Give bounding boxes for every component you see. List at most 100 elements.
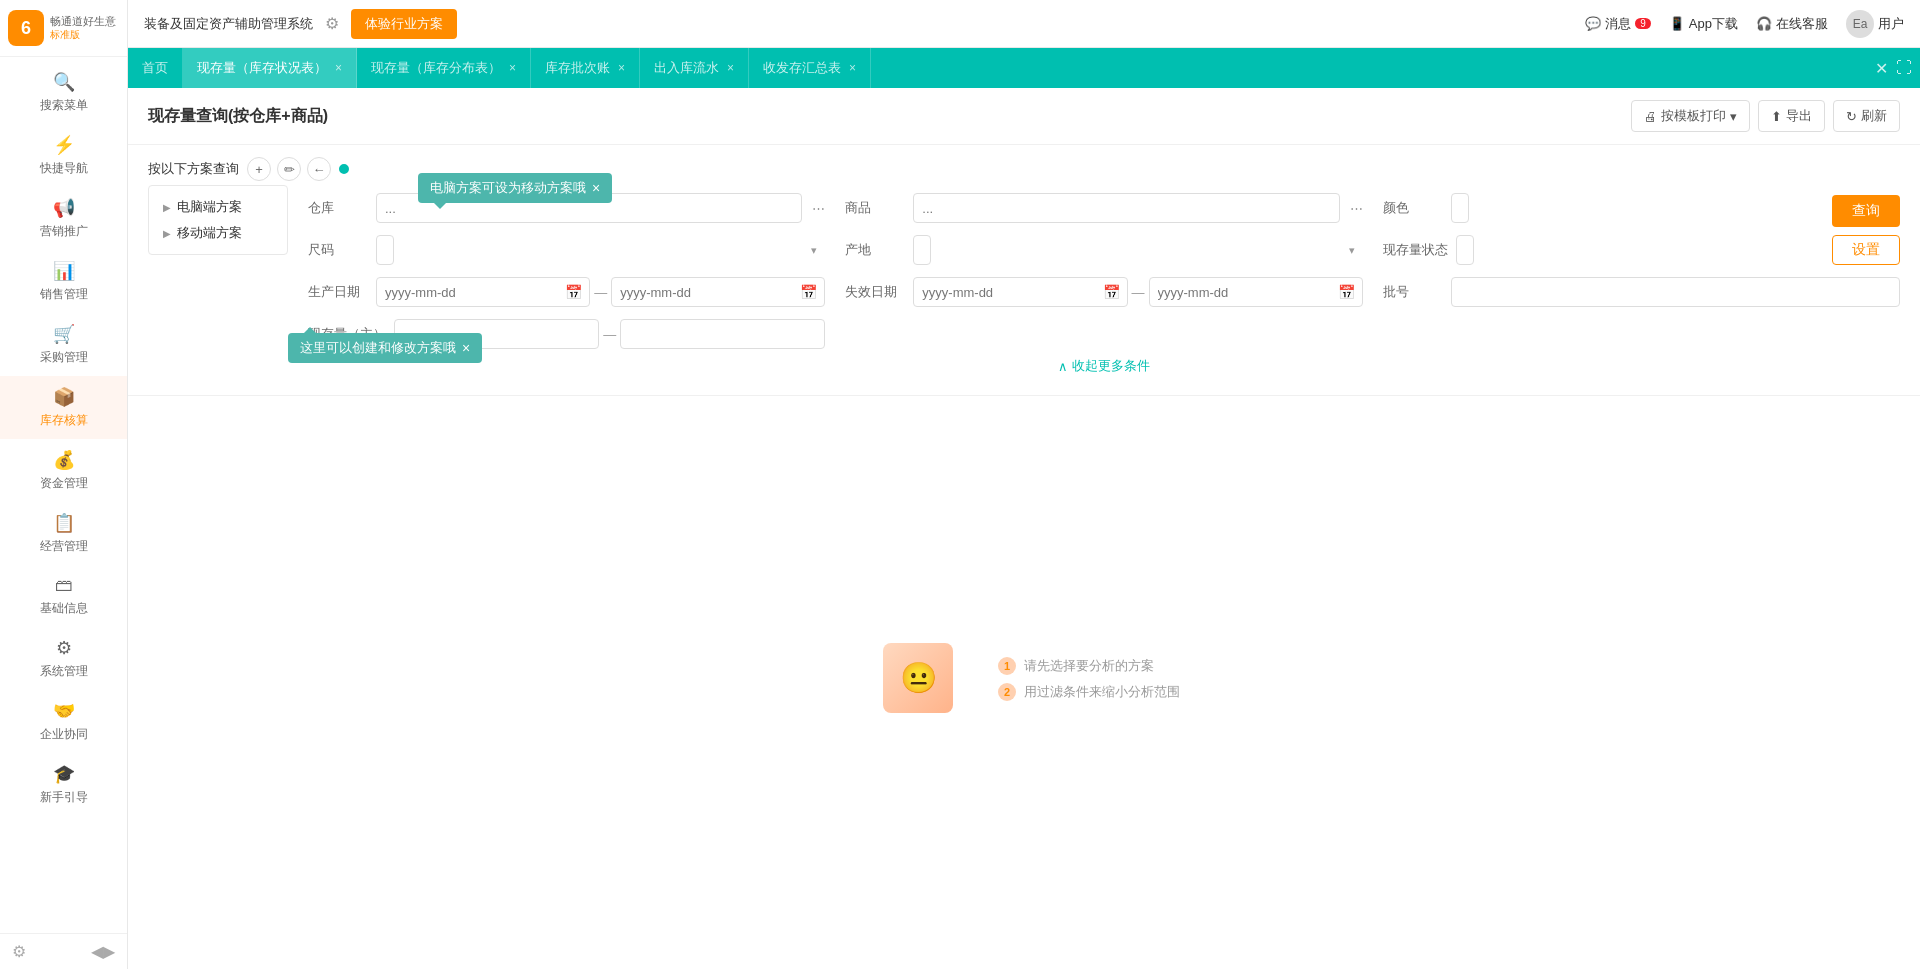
avatar: Ea: [1846, 10, 1874, 38]
edit-scheme-btn[interactable]: ✏: [277, 157, 301, 181]
stock-status-select[interactable]: [1456, 235, 1474, 265]
origin-select[interactable]: [913, 235, 931, 265]
sidebar-item-label: 企业协同: [40, 726, 88, 743]
add-scheme-btn[interactable]: +: [247, 157, 271, 181]
page-title: 现存量查询(按仓库+商品): [148, 106, 328, 127]
batch-label: 批号: [1383, 283, 1443, 301]
empty-face-icon: 😐: [900, 660, 937, 695]
template-print-btn[interactable]: 🖨 按模板打印 ▾: [1631, 100, 1750, 132]
export-btn[interactable]: ⬆ 导出: [1758, 100, 1825, 132]
produce-date-start-cal-icon[interactable]: 📅: [565, 284, 582, 300]
sidebar-item-newbie[interactable]: 🎓 新手引导: [0, 753, 127, 816]
expire-date-range: 📅 — 📅: [913, 277, 1362, 307]
user-item[interactable]: Ea 用户: [1846, 10, 1904, 38]
filter-label: 按以下方案查询: [148, 160, 239, 178]
hint1-num: 1: [998, 657, 1016, 675]
sidebar-item-label: 新手引导: [40, 789, 88, 806]
produce-date-start[interactable]: [376, 277, 590, 307]
chevron-up-icon: ∧: [1058, 359, 1068, 374]
sidebar-bottom: ⚙ ◀▶: [0, 933, 127, 969]
scheme-desktop[interactable]: ▶ 电脑端方案: [157, 194, 279, 220]
tab-close-all-icon[interactable]: ✕: [1875, 59, 1888, 78]
operations-icon: 📋: [53, 512, 75, 534]
tab-collect-summary[interactable]: 收发存汇总表 ×: [749, 48, 871, 88]
tab-expand-icon[interactable]: ⛶: [1896, 59, 1912, 77]
tab-batch-account[interactable]: 库存批次账 ×: [531, 48, 640, 88]
sidebar-item-base-info[interactable]: 🗃 基础信息: [0, 565, 127, 627]
sidebar-item-sales[interactable]: 📊 销售管理: [0, 250, 127, 313]
tab-inventory-dist[interactable]: 现存量（库存分布表） ×: [357, 48, 531, 88]
tab-inventory-status-close[interactable]: ×: [335, 61, 342, 75]
expire-date-end[interactable]: [1149, 277, 1363, 307]
produce-date-range: 📅 — 📅: [376, 277, 825, 307]
filter-row-batch: 批号: [1383, 277, 1900, 307]
support-icon: 🎧: [1756, 16, 1772, 31]
filter-actions: + ✏ ←: [247, 157, 331, 181]
color-label: 颜色: [1383, 199, 1443, 217]
tab-collect-summary-label: 收发存汇总表: [763, 59, 841, 77]
expire-date-start[interactable]: [913, 277, 1127, 307]
tab-inventory-status[interactable]: 现存量（库存状况表） ×: [183, 48, 357, 88]
arrow-left-btn[interactable]: ←: [307, 157, 331, 181]
tab-inventory-dist-close[interactable]: ×: [509, 61, 516, 75]
produce-date-end[interactable]: [611, 277, 825, 307]
system-title: 装备及固定资产辅助管理系统: [144, 15, 313, 33]
tab-home[interactable]: 首页: [128, 48, 183, 88]
date-range-sep: —: [594, 285, 607, 300]
color-select[interactable]: [1451, 193, 1469, 223]
stock-main-sep: —: [603, 327, 616, 342]
filter-grid: 仓库 ⋯ 商品 ⋯ 颜色: [308, 193, 1900, 349]
gear-icon[interactable]: ⚙: [325, 14, 339, 33]
produce-date-end-cal-icon[interactable]: 📅: [800, 284, 817, 300]
search-menu-icon: 🔍: [53, 71, 75, 93]
empty-text-area: 1 请先选择要分析的方案 2 用过滤条件来缩小分析范围: [998, 657, 1180, 709]
trial-button[interactable]: 体验行业方案: [351, 9, 457, 39]
size-select[interactable]: [376, 235, 394, 265]
sidebar-item-enterprise[interactable]: 🤝 企业协同: [0, 690, 127, 753]
message-item[interactable]: 💬 消息 9: [1585, 15, 1651, 33]
origin-label: 产地: [845, 241, 905, 259]
scheme-mobile-label: 移动端方案: [177, 224, 242, 242]
expire-date-end-cal-icon[interactable]: 📅: [1338, 284, 1355, 300]
filter-row-origin: 产地: [845, 235, 1362, 265]
scheme-area: ▶ 电脑端方案 ▶ 移动端方案: [148, 185, 288, 255]
online-support-item[interactable]: 🎧 在线客服: [1756, 15, 1828, 33]
sidebar-item-operations[interactable]: 📋 经营管理: [0, 502, 127, 565]
collapse-sidebar-icon[interactable]: ◀▶: [91, 942, 115, 961]
sidebar-item-system[interactable]: ⚙ 系统管理: [0, 627, 127, 690]
tab-batch-account-close[interactable]: ×: [618, 61, 625, 75]
tooltip1-text: 电脑方案可设为移动方案哦: [430, 179, 586, 197]
quick-nav-icon: ⚡: [53, 134, 75, 156]
settings-bottom-icon[interactable]: ⚙: [12, 942, 26, 961]
tab-collect-summary-close[interactable]: ×: [849, 61, 856, 75]
tab-batch-account-label: 库存批次账: [545, 59, 610, 77]
mobile-arrow-icon: ▶: [163, 228, 171, 239]
tooltip2-close[interactable]: ×: [462, 340, 470, 356]
sidebar-item-inventory[interactable]: 📦 库存核算: [0, 376, 127, 439]
sidebar-item-marketing[interactable]: 📢 营销推广: [0, 187, 127, 250]
goods-more-icon: ⋯: [1350, 201, 1363, 216]
setting-btn[interactable]: 设置: [1832, 235, 1900, 265]
goods-input[interactable]: [913, 193, 1339, 223]
connector-dot: [339, 164, 349, 174]
chevron-down-icon: ▾: [1730, 109, 1737, 124]
expire-date-start-cal-icon[interactable]: 📅: [1103, 284, 1120, 300]
query-btn[interactable]: 查询: [1832, 195, 1900, 227]
batch-input[interactable]: [1451, 277, 1900, 307]
sidebar-item-quick-nav[interactable]: ⚡ 快捷导航: [0, 124, 127, 187]
sidebar-item-finance[interactable]: 💰 资金管理: [0, 439, 127, 502]
expire-date-range-sep: —: [1132, 285, 1145, 300]
tooltip1-close[interactable]: ×: [592, 180, 600, 196]
collapse-filter-btn[interactable]: ∧ 收起更多条件: [308, 349, 1900, 383]
refresh-btn[interactable]: ↻ 刷新: [1833, 100, 1900, 132]
tab-in-out-flow-close[interactable]: ×: [727, 61, 734, 75]
scheme-mobile[interactable]: ▶ 移动端方案: [157, 220, 279, 246]
tab-in-out-flow[interactable]: 出入库流水 ×: [640, 48, 749, 88]
stock-main-end[interactable]: [620, 319, 825, 349]
top-header-right: 💬 消息 9 📱 App下载 🎧 在线客服 Ea 用户: [1585, 10, 1904, 38]
sidebar-item-search-menu[interactable]: 🔍 搜索菜单: [0, 61, 127, 124]
hint2-num: 2: [998, 683, 1016, 701]
sidebar-item-purchase[interactable]: 🛒 采购管理: [0, 313, 127, 376]
empty-state: 😐 1 请先选择要分析的方案 2 用过滤条件来缩小分析范围: [128, 396, 1920, 969]
app-download-item[interactable]: 📱 App下载: [1669, 15, 1738, 33]
